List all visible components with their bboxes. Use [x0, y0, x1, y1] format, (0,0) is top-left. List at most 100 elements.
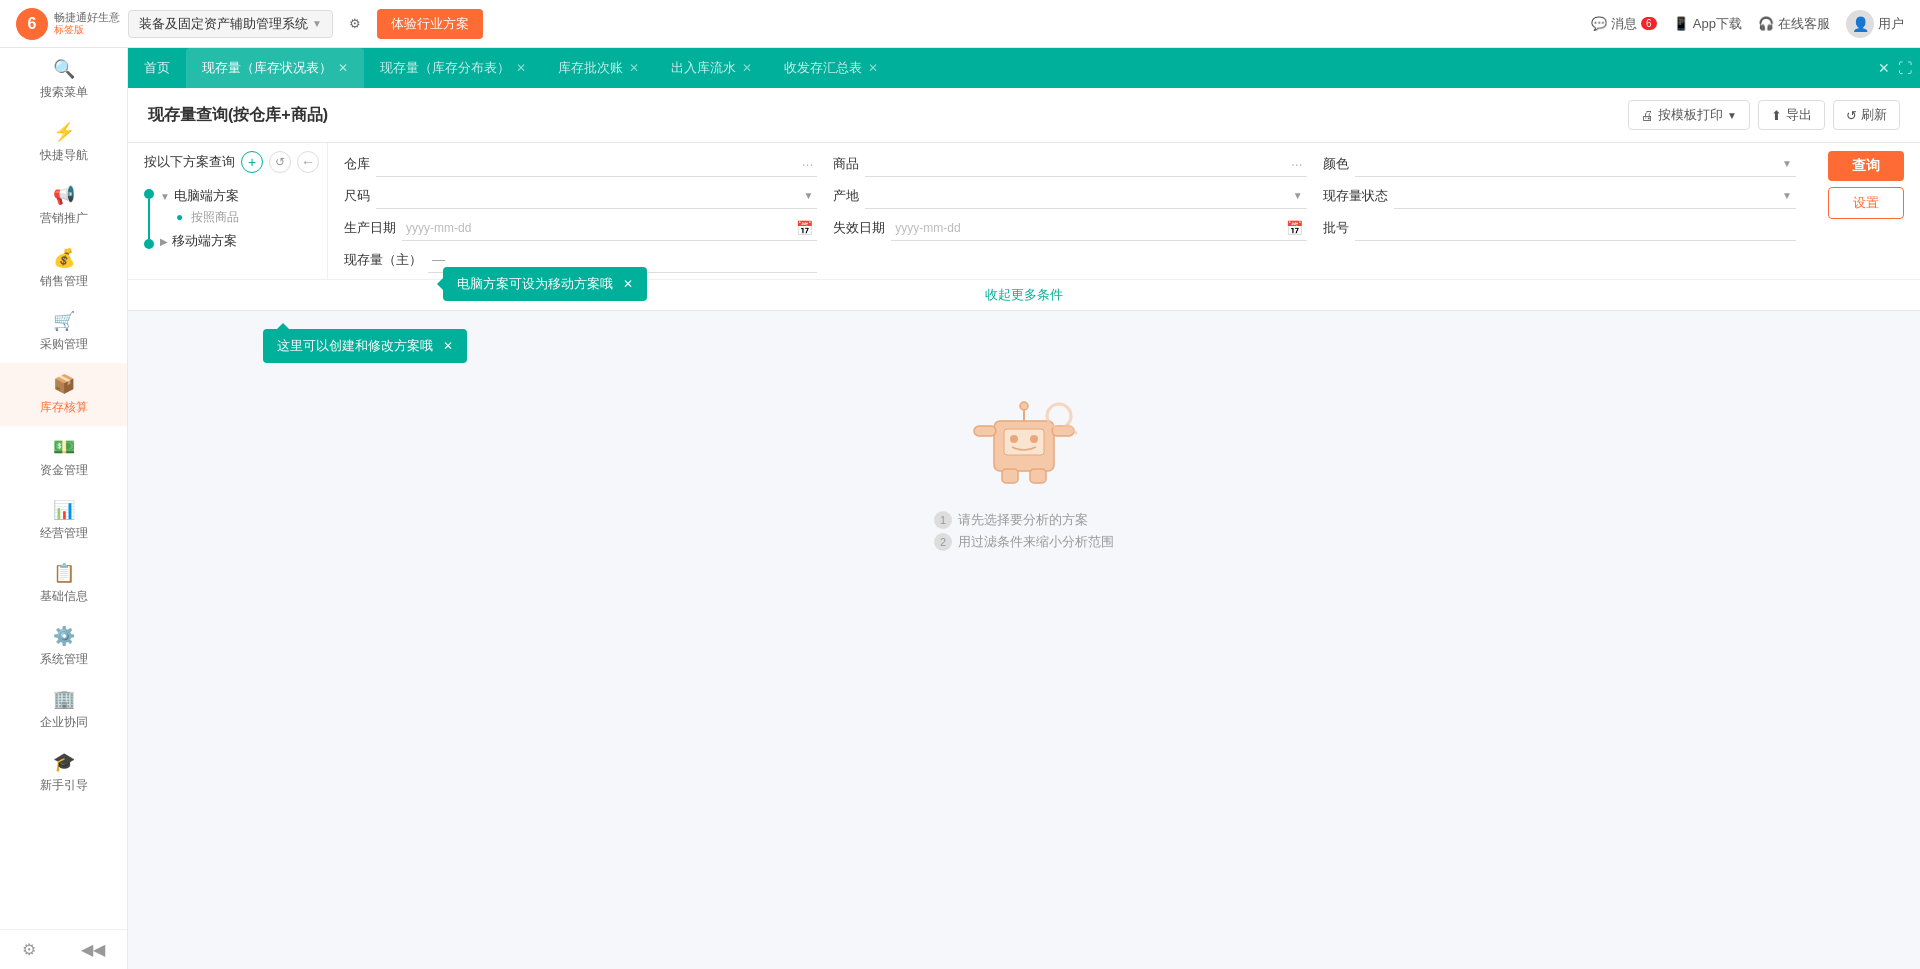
back-button[interactable]: ← [297, 151, 319, 173]
desktop-scheme-item[interactable]: ▼ 电脑端方案 [160, 185, 319, 207]
print-button[interactable]: 🖨 按模板打印 ▼ [1628, 100, 1750, 130]
tab-close-icon[interactable]: ✕ [516, 61, 526, 75]
sidebar-label-operations: 经营管理 [40, 525, 88, 542]
set-button[interactable]: 设置 [1828, 187, 1904, 219]
sidebar-label-search: 搜索菜单 [40, 84, 88, 101]
chevron-down-icon2: ▼ [803, 190, 813, 201]
scheme-tooltip: 电脑方案可设为移动方案哦 ✕ [443, 267, 647, 301]
warehouse-more-icon[interactable]: ··· [802, 156, 814, 172]
sidebar-label-enterprise: 企业协同 [40, 714, 88, 731]
stock-status-input[interactable]: ▼ [1394, 183, 1796, 209]
chevron-down-icon3: ▼ [1293, 190, 1303, 201]
tab-close-icon[interactable]: ✕ [338, 61, 348, 75]
close-all-icon[interactable]: ✕ [1878, 60, 1890, 76]
sidebar-item-system[interactable]: ⚙️ 系统管理 [0, 615, 127, 678]
sidebar-item-newbie[interactable]: 🎓 新手引导 [0, 741, 127, 804]
desktop-child-item: ● 按照商品 [160, 207, 319, 226]
product-input[interactable]: ··· [865, 151, 1306, 177]
scheme-tooltip-close[interactable]: ✕ [623, 277, 633, 291]
newbie-icon: 🎓 [53, 751, 75, 773]
action-buttons: 查询 设置 [1812, 143, 1920, 279]
sidebar-item-enterprise[interactable]: 🏢 企业协同 [0, 678, 127, 741]
expiry-date-input[interactable]: yyyy-mm-dd 📅 [891, 215, 1306, 241]
batch-input[interactable] [1355, 215, 1796, 241]
tab-close-icon[interactable]: ✕ [629, 61, 639, 75]
production-date-input[interactable]: yyyy-mm-dd 📅 [402, 215, 817, 241]
color-input[interactable]: ▼ [1355, 151, 1796, 177]
sidebar-item-purchase[interactable]: 🛒 采购管理 [0, 300, 127, 363]
content-area: 首页 现存量（库存状况表） ✕ 现存量（库存分布表） ✕ 库存批次账 ✕ 出入库… [128, 48, 1920, 969]
trial-button[interactable]: 体验行业方案 [377, 9, 483, 39]
tab-summary[interactable]: 收发存汇总表 ✕ [768, 48, 894, 88]
sales-icon: 💰 [53, 247, 75, 269]
origin-input[interactable]: ▼ [865, 183, 1306, 209]
origin-filter: 产地 ▼ [833, 183, 1306, 209]
sidebar-item-guide[interactable]: ⚡ 快捷导航 [0, 111, 127, 174]
tab-close-icon[interactable]: ✕ [742, 61, 752, 75]
sidebar-label-newbie: 新手引导 [40, 777, 88, 794]
message-button[interactable]: 💬 消息 6 [1591, 15, 1657, 33]
export-button[interactable]: ⬆ 导出 [1758, 100, 1825, 130]
tab-close-icon[interactable]: ✕ [868, 61, 878, 75]
edit-tooltip-close[interactable]: ✕ [443, 339, 453, 353]
sidebar-item-search[interactable]: 🔍 搜索菜单 [0, 48, 127, 111]
calendar-icon[interactable]: 📅 [796, 220, 813, 236]
tab-inventory-distribution[interactable]: 现存量（库存分布表） ✕ [364, 48, 542, 88]
edit-tooltip: 这里可以创建和修改方案哦 ✕ [263, 329, 467, 363]
warehouse-input[interactable]: ··· [376, 151, 817, 177]
add-scheme-button[interactable]: + [241, 151, 263, 173]
step2-num: 2 [934, 533, 952, 551]
scheme-list: ▼ 电脑端方案 ● 按照商品 ▶ [160, 185, 319, 252]
page-title: 现存量查询(按仓库+商品) [148, 105, 328, 126]
size-input[interactable]: ▼ [376, 183, 817, 209]
calendar-icon2[interactable]: 📅 [1286, 220, 1303, 236]
svg-point-3 [1030, 435, 1038, 443]
app-download-button[interactable]: 📱 App下载 [1673, 15, 1742, 33]
tab-inventory-batch[interactable]: 库存批次账 ✕ [542, 48, 655, 88]
sidebar-item-basic[interactable]: 📋 基础信息 [0, 552, 127, 615]
header-actions: 🖨 按模板打印 ▼ ⬆ 导出 ↺ 刷新 [1628, 100, 1900, 130]
collapse-button[interactable]: 收起更多条件 [985, 287, 1063, 302]
search-icon: 🔍 [53, 58, 75, 80]
maximize-icon[interactable]: ⛶ [1898, 60, 1912, 76]
message-icon: 💬 [1591, 16, 1607, 31]
refresh-button[interactable]: ↺ 刷新 [1833, 100, 1900, 130]
batch-filter: 批号 [1323, 215, 1796, 241]
export-icon: ⬆ [1771, 108, 1782, 123]
tab-inventory-status[interactable]: 现存量（库存状况表） ✕ [186, 48, 364, 88]
phone-icon: 📱 [1673, 16, 1689, 31]
sidebar-item-inventory[interactable]: 📦 库存核算 [0, 363, 127, 426]
sidebar-label-sales: 销售管理 [40, 273, 88, 290]
sidebar-item-operations[interactable]: 📊 经营管理 [0, 489, 127, 552]
robot-svg [964, 371, 1084, 491]
tab-home[interactable]: 首页 [128, 48, 186, 88]
logo-text: 畅捷通好生意 标签版 [54, 11, 120, 36]
system-select[interactable]: 装备及固定资产辅助管理系统 ▼ [128, 10, 333, 38]
settings-button[interactable]: ⚙ [341, 10, 369, 38]
logo-area: 6 畅捷通好生意 标签版 [16, 8, 120, 40]
sidebar-item-finance[interactable]: 💵 资金管理 [0, 426, 127, 489]
filter-row-1: 仓库 ··· 商品 [344, 151, 1796, 177]
online-service-button[interactable]: 🎧 在线客服 [1758, 15, 1830, 33]
sidebar-item-sales[interactable]: 💰 销售管理 [0, 237, 127, 300]
scheme-panel: 按以下方案查询 + ↺ ← [128, 143, 328, 279]
user-menu[interactable]: 👤 用户 [1846, 10, 1904, 38]
product-more-icon[interactable]: ··· [1291, 156, 1303, 172]
active-scheme-dot: ● [176, 210, 183, 224]
chevron-down-icon: ▼ [1727, 110, 1737, 121]
mobile-scheme-item[interactable]: ▶ 移动端方案 [160, 226, 319, 252]
main-area: 🔍 搜索菜单 ⚡ 快捷导航 📢 营销推广 💰 销售管理 🛒 采购管理 📦 [0, 48, 1920, 969]
collapse-icon2: ▶ [160, 236, 168, 247]
tab-inout-flow[interactable]: 出入库流水 ✕ [655, 48, 768, 88]
logo-icon: 6 [16, 8, 48, 40]
page-header: 现存量查询(按仓库+商品) 🖨 按模板打印 ▼ ⬆ 导出 ↺ [128, 88, 1920, 143]
operations-icon: 📊 [53, 499, 75, 521]
settings-bottom-icon[interactable]: ⚙ [22, 940, 36, 959]
svg-rect-6 [974, 426, 996, 436]
refresh-scheme-button[interactable]: ↺ [269, 151, 291, 173]
search-button[interactable]: 查询 [1828, 151, 1904, 181]
sidebar-item-marketing[interactable]: 📢 营销推广 [0, 174, 127, 237]
collapse-icon[interactable]: ◀◀ [81, 940, 105, 959]
production-date-filter: 生产日期 yyyy-mm-dd 📅 [344, 215, 817, 241]
svg-point-5 [1020, 402, 1028, 410]
